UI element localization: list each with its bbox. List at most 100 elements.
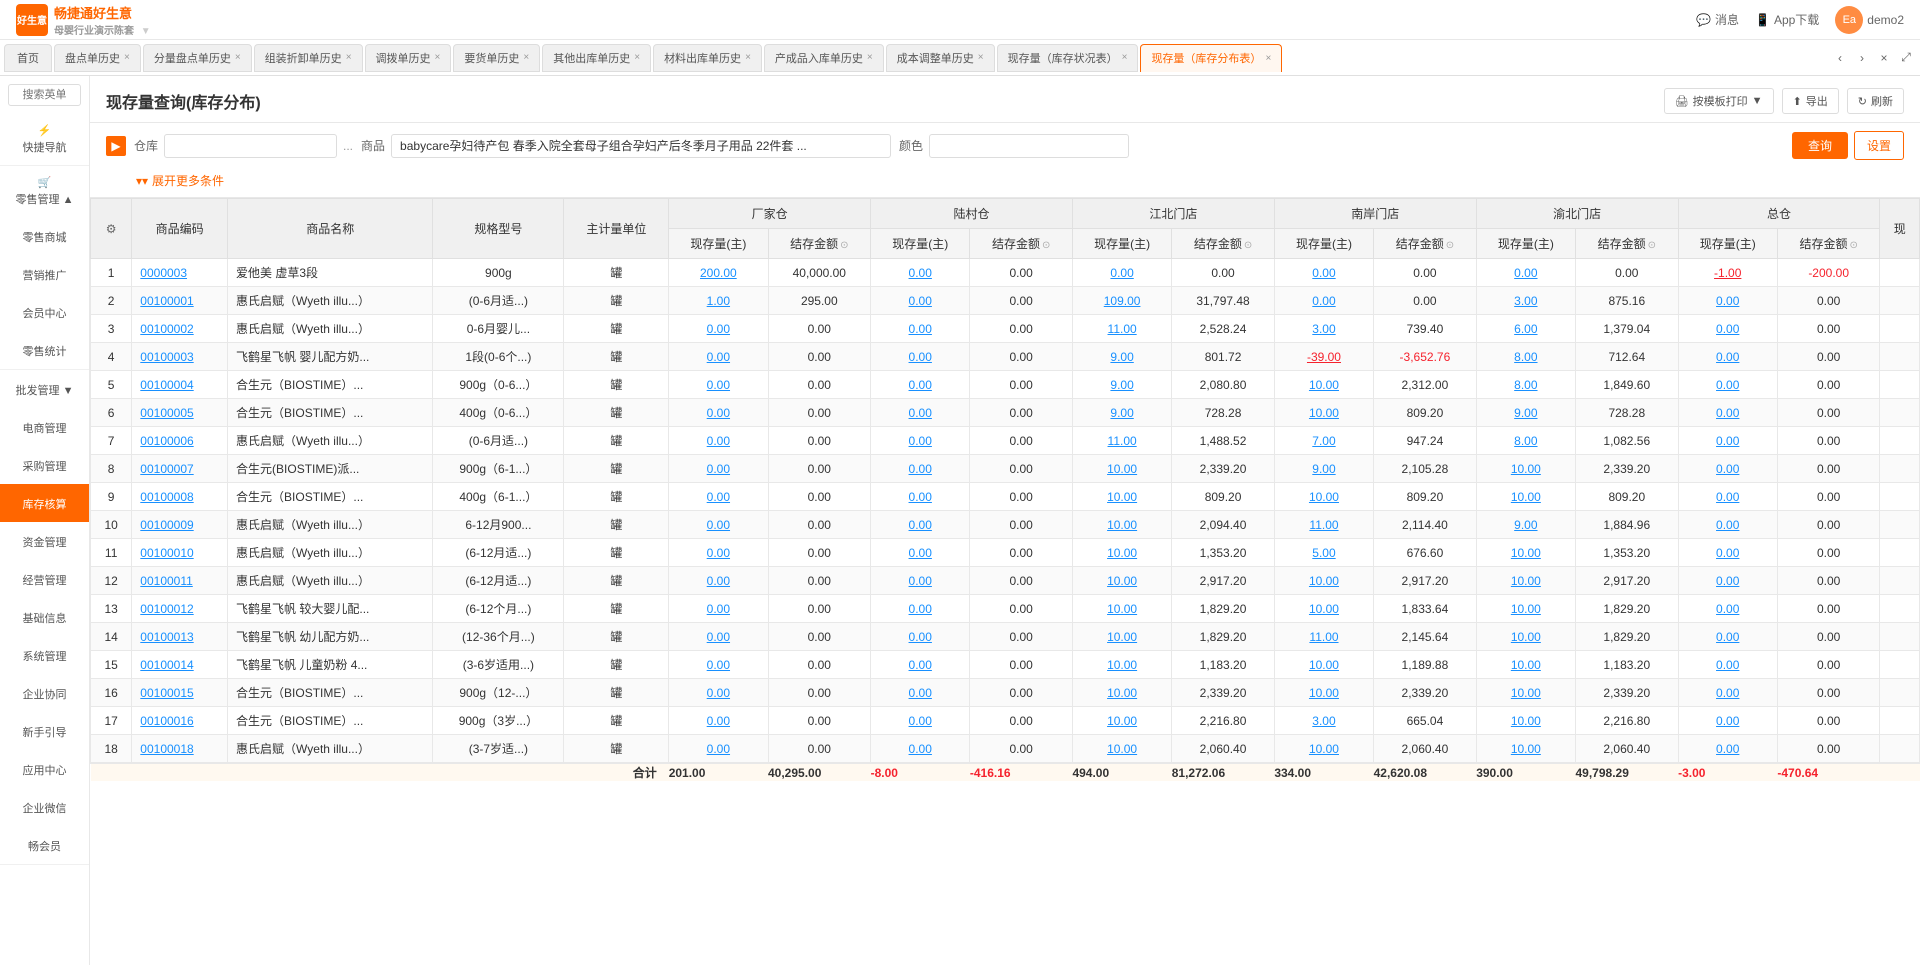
sidebar-item-operations[interactable]: 经营管理 <box>0 560 89 598</box>
sidebar-item-wholesale-mgmt[interactable]: 批发管理 ▼ <box>0 370 89 408</box>
tab-pcprkdlh[interactable]: 产成品入库单历史 × <box>764 44 884 72</box>
td-fc-qty[interactable]: 0.00 <box>669 399 768 427</box>
td-fc-qty[interactable]: 0.00 <box>669 623 768 651</box>
td-total-qty[interactable]: 0.00 <box>1678 511 1777 539</box>
td-total-qty[interactable]: 0.00 <box>1678 651 1777 679</box>
sidebar-item-member[interactable]: 会员中心 <box>0 293 89 331</box>
sidebar-item-member2[interactable]: 畅会员 <box>0 826 89 864</box>
close-icon[interactable]: × <box>978 52 984 63</box>
td-yb-qty[interactable]: 3.00 <box>1476 287 1575 315</box>
td-fc-qty[interactable]: 0.00 <box>669 595 768 623</box>
td-na-qty[interactable]: 0.00 <box>1274 287 1373 315</box>
tab-expand-btn[interactable]: ⤢ <box>1896 48 1916 68</box>
close-icon[interactable]: × <box>1265 53 1271 64</box>
td-lc-qty[interactable]: 0.00 <box>871 399 970 427</box>
td-fc-qty[interactable]: 0.00 <box>669 679 768 707</box>
td-na-qty[interactable]: 0.00 <box>1274 259 1373 287</box>
td-jb-qty[interactable]: 10.00 <box>1072 539 1171 567</box>
td-total-qty[interactable]: 0.00 <box>1678 567 1777 595</box>
td-jb-qty[interactable]: 10.00 <box>1072 707 1171 735</box>
td-jb-qty[interactable]: 10.00 <box>1072 735 1171 764</box>
sidebar-item-purchase-mgmt[interactable]: 采购管理 <box>0 446 89 484</box>
td-yb-qty[interactable]: 10.00 <box>1476 567 1575 595</box>
td-jb-qty[interactable]: 10.00 <box>1072 567 1171 595</box>
td-code[interactable]: 00100013 <box>132 623 228 651</box>
td-lc-qty[interactable]: 0.00 <box>871 707 970 735</box>
td-na-qty[interactable]: 10.00 <box>1274 399 1373 427</box>
td-fc-qty[interactable]: 0.00 <box>669 567 768 595</box>
export-btn[interactable]: ⬆ 导出 <box>1782 88 1839 114</box>
td-total-qty[interactable]: 0.00 <box>1678 623 1777 651</box>
td-lc-qty[interactable]: 0.00 <box>871 595 970 623</box>
search-input[interactable] <box>8 84 81 106</box>
td-total-qty[interactable]: 0.00 <box>1678 371 1777 399</box>
td-total-qty[interactable]: 0.00 <box>1678 343 1777 371</box>
close-icon[interactable]: × <box>235 52 241 63</box>
td-fc-qty[interactable]: 0.00 <box>669 455 768 483</box>
td-total-qty[interactable]: 0.00 <box>1678 287 1777 315</box>
tab-yhdlh[interactable]: 要货单历史 × <box>453 44 540 72</box>
color-input[interactable] <box>929 134 1129 158</box>
td-code[interactable]: 00100001 <box>132 287 228 315</box>
td-code[interactable]: 00100004 <box>132 371 228 399</box>
expand-more-btn[interactable]: ▾▾ 展开更多条件 <box>136 172 224 189</box>
sidebar-item-app-center[interactable]: 应用中心 <box>0 750 89 788</box>
td-fc-qty[interactable]: 0.00 <box>669 315 768 343</box>
td-fc-qty[interactable]: 200.00 <box>669 259 768 287</box>
td-na-qty[interactable]: 10.00 <box>1274 679 1373 707</box>
td-jb-qty[interactable]: 10.00 <box>1072 651 1171 679</box>
td-code[interactable]: 00100008 <box>132 483 228 511</box>
td-jb-qty[interactable]: 9.00 <box>1072 343 1171 371</box>
td-lc-qty[interactable]: 0.00 <box>871 259 970 287</box>
td-code[interactable]: 00100006 <box>132 427 228 455</box>
sidebar-item-inventory[interactable]: 库存核算 <box>0 484 89 522</box>
td-jb-qty[interactable]: 0.00 <box>1072 259 1171 287</box>
product-input[interactable] <box>391 134 891 158</box>
td-total-qty[interactable]: 0.00 <box>1678 399 1777 427</box>
gear-icon[interactable]: ⚙ <box>106 222 117 236</box>
td-lc-qty[interactable]: 0.00 <box>871 623 970 651</box>
td-code[interactable]: 00100002 <box>132 315 228 343</box>
sidebar-item-retail-mgmt[interactable]: 🛒 零售管理 ▲ <box>0 166 89 217</box>
close-icon[interactable]: × <box>523 52 529 63</box>
td-total-qty[interactable]: 0.00 <box>1678 315 1777 343</box>
td-yb-qty[interactable]: 10.00 <box>1476 539 1575 567</box>
sidebar-item-finance[interactable]: 资金管理 <box>0 522 89 560</box>
td-total-qty[interactable]: 0.00 <box>1678 735 1777 764</box>
search-btn[interactable]: 查询 <box>1792 132 1848 159</box>
td-fc-qty[interactable]: 0.00 <box>669 511 768 539</box>
td-jb-qty[interactable]: 10.00 <box>1072 455 1171 483</box>
th-gear[interactable]: ⚙ <box>91 199 132 259</box>
td-fc-qty[interactable]: 0.00 <box>669 539 768 567</box>
filter-expand-icon[interactable]: ▶ <box>106 136 126 156</box>
info-icon-3[interactable]: ⊙ <box>1244 240 1252 251</box>
td-total-qty[interactable]: 0.00 <box>1678 455 1777 483</box>
sidebar-item-system[interactable]: 系统管理 <box>0 636 89 674</box>
td-yb-qty[interactable]: 8.00 <box>1476 427 1575 455</box>
close-icon[interactable]: × <box>1122 52 1128 63</box>
sidebar-item-ecom-mgmt[interactable]: 电商管理 <box>0 408 89 446</box>
td-jb-qty[interactable]: 10.00 <box>1072 679 1171 707</box>
td-fc-qty[interactable]: 0.00 <box>669 735 768 764</box>
td-total-qty[interactable]: 0.00 <box>1678 427 1777 455</box>
td-code[interactable]: 00100007 <box>132 455 228 483</box>
td-na-qty[interactable]: -39.00 <box>1274 343 1373 371</box>
td-code[interactable]: 00100016 <box>132 707 228 735</box>
td-yb-qty[interactable]: 10.00 <box>1476 707 1575 735</box>
td-na-qty[interactable]: 10.00 <box>1274 567 1373 595</box>
td-lc-qty[interactable]: 0.00 <box>871 651 970 679</box>
td-jb-qty[interactable]: 11.00 <box>1072 427 1171 455</box>
td-total-qty[interactable]: 0.00 <box>1678 707 1777 735</box>
td-total-qty[interactable]: 0.00 <box>1678 679 1777 707</box>
warehouse-input[interactable] <box>164 134 337 158</box>
td-yb-qty[interactable]: 9.00 <box>1476 511 1575 539</box>
td-yb-qty[interactable]: 10.00 <box>1476 595 1575 623</box>
td-code[interactable]: 00100014 <box>132 651 228 679</box>
td-code[interactable]: 00100018 <box>132 735 228 764</box>
td-lc-qty[interactable]: 0.00 <box>871 483 970 511</box>
tab-clcklh[interactable]: 材料出库单历史 × <box>653 44 762 72</box>
tab-qtcklh[interactable]: 其他出库单历史 × <box>542 44 651 72</box>
app-download-btn[interactable]: 📱 App下载 <box>1755 11 1819 28</box>
td-jb-qty[interactable]: 10.00 <box>1072 623 1171 651</box>
tab-close-all-btn[interactable]: × <box>1874 48 1894 68</box>
